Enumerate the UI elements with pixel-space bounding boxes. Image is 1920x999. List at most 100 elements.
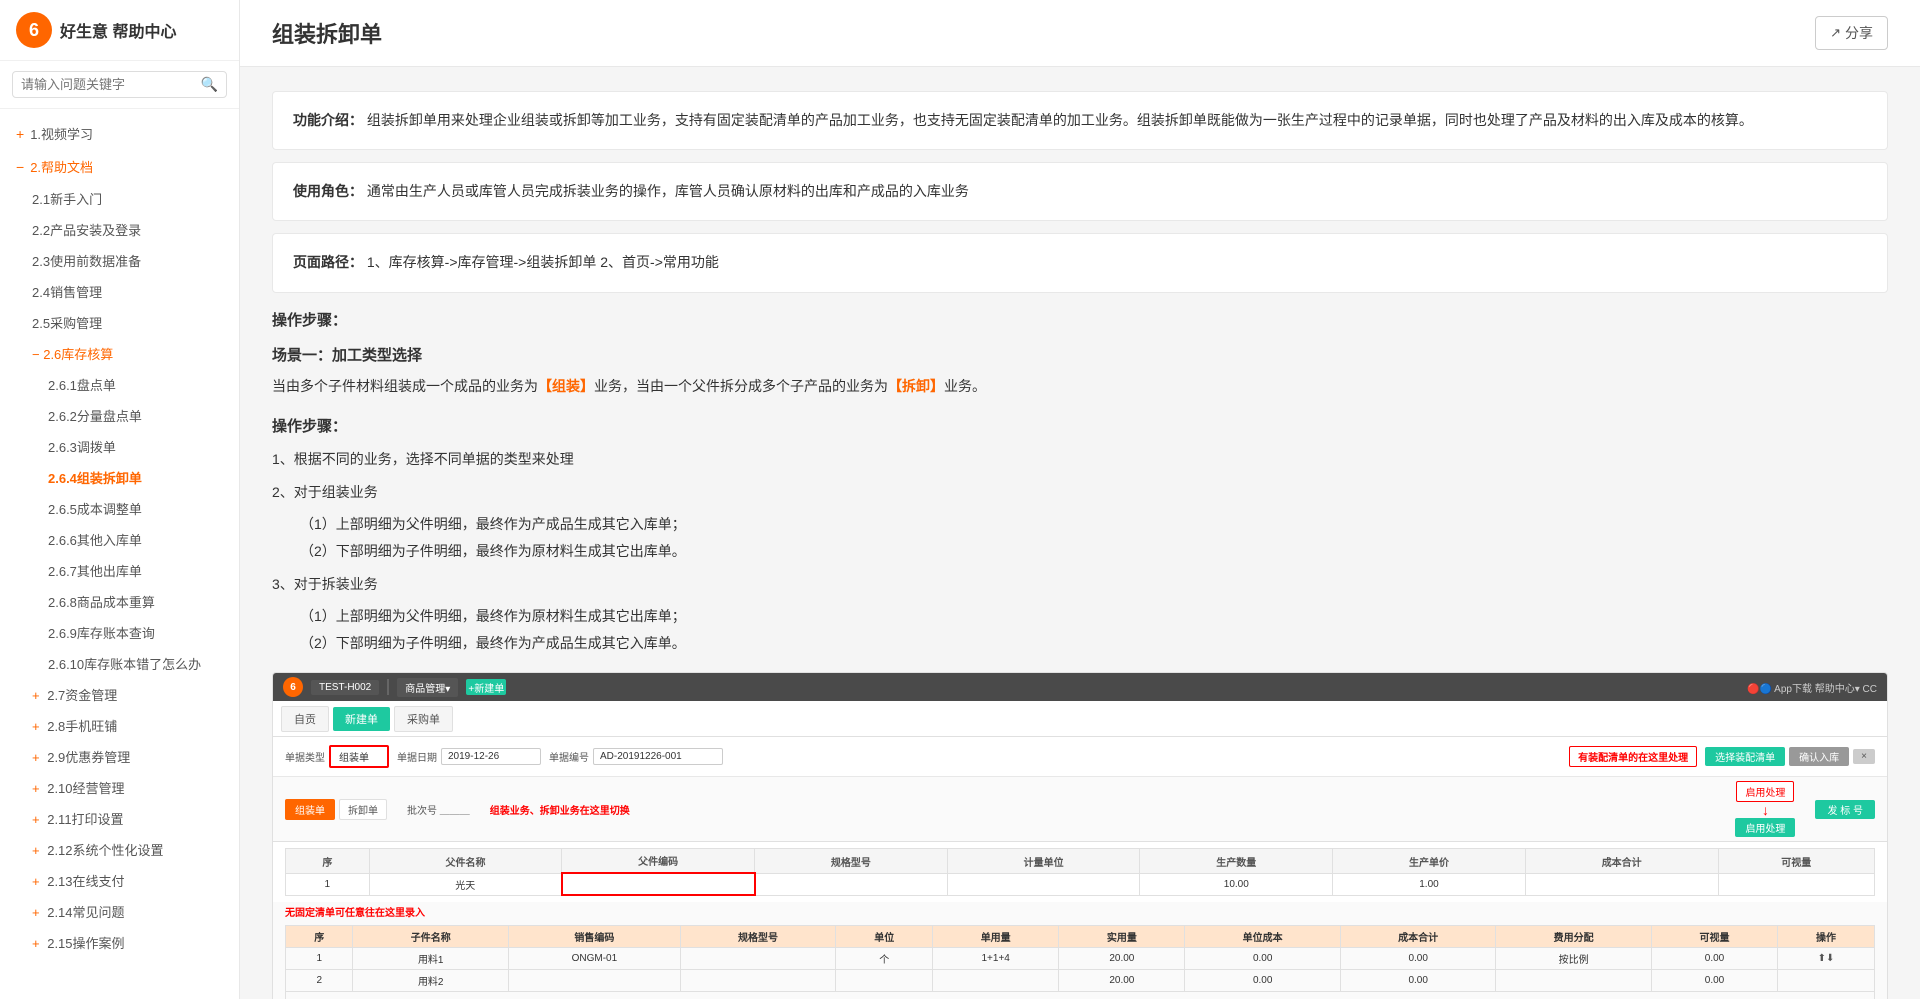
std-alloc bbox=[1496, 970, 1652, 992]
down-arrow: ↓ bbox=[1762, 802, 1769, 818]
sidebar-item-operation[interactable]: + 2.10经营管理 bbox=[0, 772, 239, 803]
sidebar-item-video[interactable]: + 1.视频学习 bbox=[0, 117, 239, 150]
mock-date-value: 2019-12-26 bbox=[441, 748, 541, 765]
std-alloc: 按比例 bbox=[1496, 948, 1652, 970]
role-text: 通常由生产人员或库管人员完成拆装业务的操作，库管人员确认原材料的出库和产成品的入… bbox=[367, 183, 969, 199]
mock-form-section: 单据类型 组装单 单据日期 2019-12-26 单据编号 AD-2019122… bbox=[273, 737, 1887, 842]
search-box: 🔍 bbox=[0, 61, 239, 109]
mock-sub-table: 序 子件名称 销售编码 规格型号 单位 单用量 实用量 单位成本 成本合计 bbox=[285, 925, 1875, 999]
sidebar-item-docs[interactable]: − 2.帮助文档 bbox=[0, 150, 239, 183]
sidebar-item-assembly[interactable]: 2.6.4组装拆卸单 bbox=[0, 462, 239, 493]
mock-company: TEST-H002 bbox=[311, 680, 379, 695]
search-icon: 🔍 bbox=[201, 76, 218, 93]
sidebar-item-cost-adjust[interactable]: 2.6.5成本调整单 bbox=[0, 493, 239, 524]
mock-tab-purchase: 采购单 bbox=[394, 706, 453, 732]
sidebar-item-case[interactable]: + 2.15操作案例 bbox=[0, 927, 239, 958]
sidebar-item-coupon[interactable]: + 2.9优惠券管理 bbox=[0, 741, 239, 772]
sidebar-item-finance[interactable]: + 2.7资金管理 bbox=[0, 679, 239, 710]
sidebar-item-mobile[interactable]: + 2.8手机旺铺 bbox=[0, 710, 239, 741]
td-avail bbox=[1718, 873, 1874, 895]
td-cost bbox=[1525, 873, 1718, 895]
mock-topbar-icons: 🔴🔵 App下载 帮助中心▾ CC bbox=[1747, 680, 1877, 695]
mock-sub-table-area: 序 子件名称 销售编码 规格型号 单位 单用量 实用量 单位成本 成本合计 bbox=[273, 921, 1887, 999]
page-title: 组装拆卸单 bbox=[272, 17, 382, 49]
sidebar-item-inventory[interactable]: − 2.6库存核算 bbox=[0, 338, 239, 369]
step2-sub2: （2）下部明细为子件明细，最终作为原材料生成其它出库单。 bbox=[272, 538, 1888, 565]
sidebar-item-split-stocktake[interactable]: 2.6.2分量盘点单 bbox=[0, 400, 239, 431]
app-brand: 好生意 帮助中心 bbox=[60, 18, 176, 42]
mock-nav-dropdown: 商品管理▾ bbox=[397, 678, 458, 697]
th-seq: 序 bbox=[286, 849, 370, 874]
share-button[interactable]: ↗ 分享 bbox=[1815, 16, 1888, 50]
role-label: 使用角色： bbox=[293, 183, 363, 199]
sidebar-item-install[interactable]: 2.2产品安装及登录 bbox=[0, 214, 239, 245]
mock-number-label: 单据编号 bbox=[549, 749, 589, 764]
step3-text: 3、对于拆装业务 bbox=[272, 571, 1888, 598]
sth-avail: 可视量 bbox=[1651, 926, 1777, 948]
collapse-icon: − bbox=[16, 159, 24, 175]
step3-sub2: （2）下部明细为子件明细，最终作为产成品生成其它入库单。 bbox=[272, 630, 1888, 657]
sub-table-row bbox=[286, 992, 1875, 999]
sth-spec: 规格型号 bbox=[680, 926, 836, 948]
sidebar-item-other-out[interactable]: 2.6.7其他出库单 bbox=[0, 555, 239, 586]
td-unit bbox=[947, 873, 1140, 895]
mock-btn-select: 选择装配清单 bbox=[1705, 747, 1785, 766]
step2-text: 2、对于组装业务 bbox=[272, 479, 1888, 506]
sidebar-item-adjust[interactable]: 2.6.3调拨单 bbox=[0, 431, 239, 462]
annotation1: 有装配清单的在这里处理 bbox=[1569, 746, 1697, 767]
mock-btn-confirm: 发 标 号 bbox=[1815, 800, 1875, 819]
operations-steps-label: 操作步骤： bbox=[272, 415, 1888, 436]
sidebar-item-account-err[interactable]: 2.6.10库存账本错了怎么办 bbox=[0, 648, 239, 679]
table-row: 1 光天 10.00 1.00 bbox=[286, 873, 1875, 895]
mock-number-value: AD-20191226-001 bbox=[593, 748, 723, 765]
mock-field-date: 单据日期 2019-12-26 bbox=[397, 748, 541, 765]
sidebar-item-cost-recalc[interactable]: 2.6.8商品成本重算 bbox=[0, 586, 239, 617]
step1-text: 1、根据不同的业务，选择不同单据的类型来处理 bbox=[272, 446, 1888, 473]
annotation3-wrap: 启用处理 ↓ 启用处理 bbox=[1735, 781, 1795, 837]
sidebar-item-other-in[interactable]: 2.6.6其他入库单 bbox=[0, 524, 239, 555]
sidebar-item-print[interactable]: + 2.11打印设置 bbox=[0, 803, 239, 834]
sidebar-item-label: 1.视频学习 bbox=[30, 124, 93, 143]
th-cost: 成本合计 bbox=[1525, 849, 1718, 874]
function-intro-block: 功能介绍： 组装拆卸单用来处理企业组装或拆卸等加工业务，支持有固定装配清单的产品… bbox=[272, 91, 1888, 150]
sidebar-item-purchase[interactable]: 2.5采购管理 bbox=[0, 307, 239, 338]
plus-icon: + bbox=[32, 750, 40, 765]
main-content: 功能介绍： 组装拆卸单用来处理企业组装或拆卸等加工业务，支持有固定装配清单的产品… bbox=[240, 67, 1920, 999]
sidebar-item-data-prep[interactable]: 2.3使用前数据准备 bbox=[0, 245, 239, 276]
plus-icon: + bbox=[32, 812, 40, 827]
td-seq: 1 bbox=[286, 873, 370, 895]
sth-name: 子件名称 bbox=[353, 926, 509, 948]
plus-icon: + bbox=[32, 936, 40, 951]
search-input[interactable] bbox=[21, 77, 201, 92]
mock-field-type: 单据类型 组装单 bbox=[285, 745, 389, 768]
plus-icon: + bbox=[32, 719, 40, 734]
sidebar-header: 6 好生意 帮助中心 bbox=[0, 0, 239, 61]
mock-action-btns: 组装单 拆卸单 bbox=[285, 799, 387, 820]
std-usage: 1+1+4 bbox=[933, 948, 1059, 970]
sidebar-item-online-pay[interactable]: + 2.13在线支付 bbox=[0, 865, 239, 896]
td-price: 1.00 bbox=[1333, 873, 1526, 895]
sth-seq: 序 bbox=[286, 926, 353, 948]
sub-table-row: 1 用料1 ONGM-01 个 1+1+4 20.00 0.00 0.00 bbox=[286, 948, 1875, 970]
sidebar-item-sales[interactable]: 2.4销售管理 bbox=[0, 276, 239, 307]
mock-btn-assembly: 组装单 bbox=[285, 799, 335, 820]
sidebar-item-stock-check[interactable]: 2.6.9库存账本查询 bbox=[0, 617, 239, 648]
sth-unit-cost: 单位成本 bbox=[1185, 926, 1341, 948]
sidebar-item-customize[interactable]: + 2.12系统个性化设置 bbox=[0, 834, 239, 865]
th-avail: 可视量 bbox=[1718, 849, 1874, 874]
mock-btn-disassembly: 拆卸单 bbox=[339, 799, 387, 820]
nav-list: + 1.视频学习 − 2.帮助文档 2.1新手入门 2.2产品安装及登录 2.3… bbox=[0, 109, 239, 999]
mock-nav-tabs: 自贡 新建单 采购单 bbox=[273, 701, 1887, 737]
std-spec bbox=[680, 948, 836, 970]
sidebar-item-stocktake[interactable]: 2.6.1盘点单 bbox=[0, 369, 239, 400]
std-avail: 0.00 bbox=[1651, 948, 1777, 970]
path-label: 页面路径： bbox=[293, 254, 363, 270]
std-code: ONGM-01 bbox=[508, 948, 680, 970]
screenshot-wrapper: 6 TEST-H002 商品管理▾ +新建单 🔴🔵 App下载 帮助中心▾ CC… bbox=[273, 673, 1887, 999]
path-text: 1、库存核算->库存管理->组装拆卸单 2、首页->常用功能 bbox=[367, 254, 719, 270]
sidebar-item-faq[interactable]: + 2.14常见问题 bbox=[0, 896, 239, 927]
sidebar-item-newbie[interactable]: 2.1新手入门 bbox=[0, 183, 239, 214]
std-cost: 0.00 bbox=[1340, 970, 1496, 992]
mock-btn-other: 确认入库 bbox=[1789, 747, 1849, 766]
std-usage bbox=[933, 970, 1059, 992]
